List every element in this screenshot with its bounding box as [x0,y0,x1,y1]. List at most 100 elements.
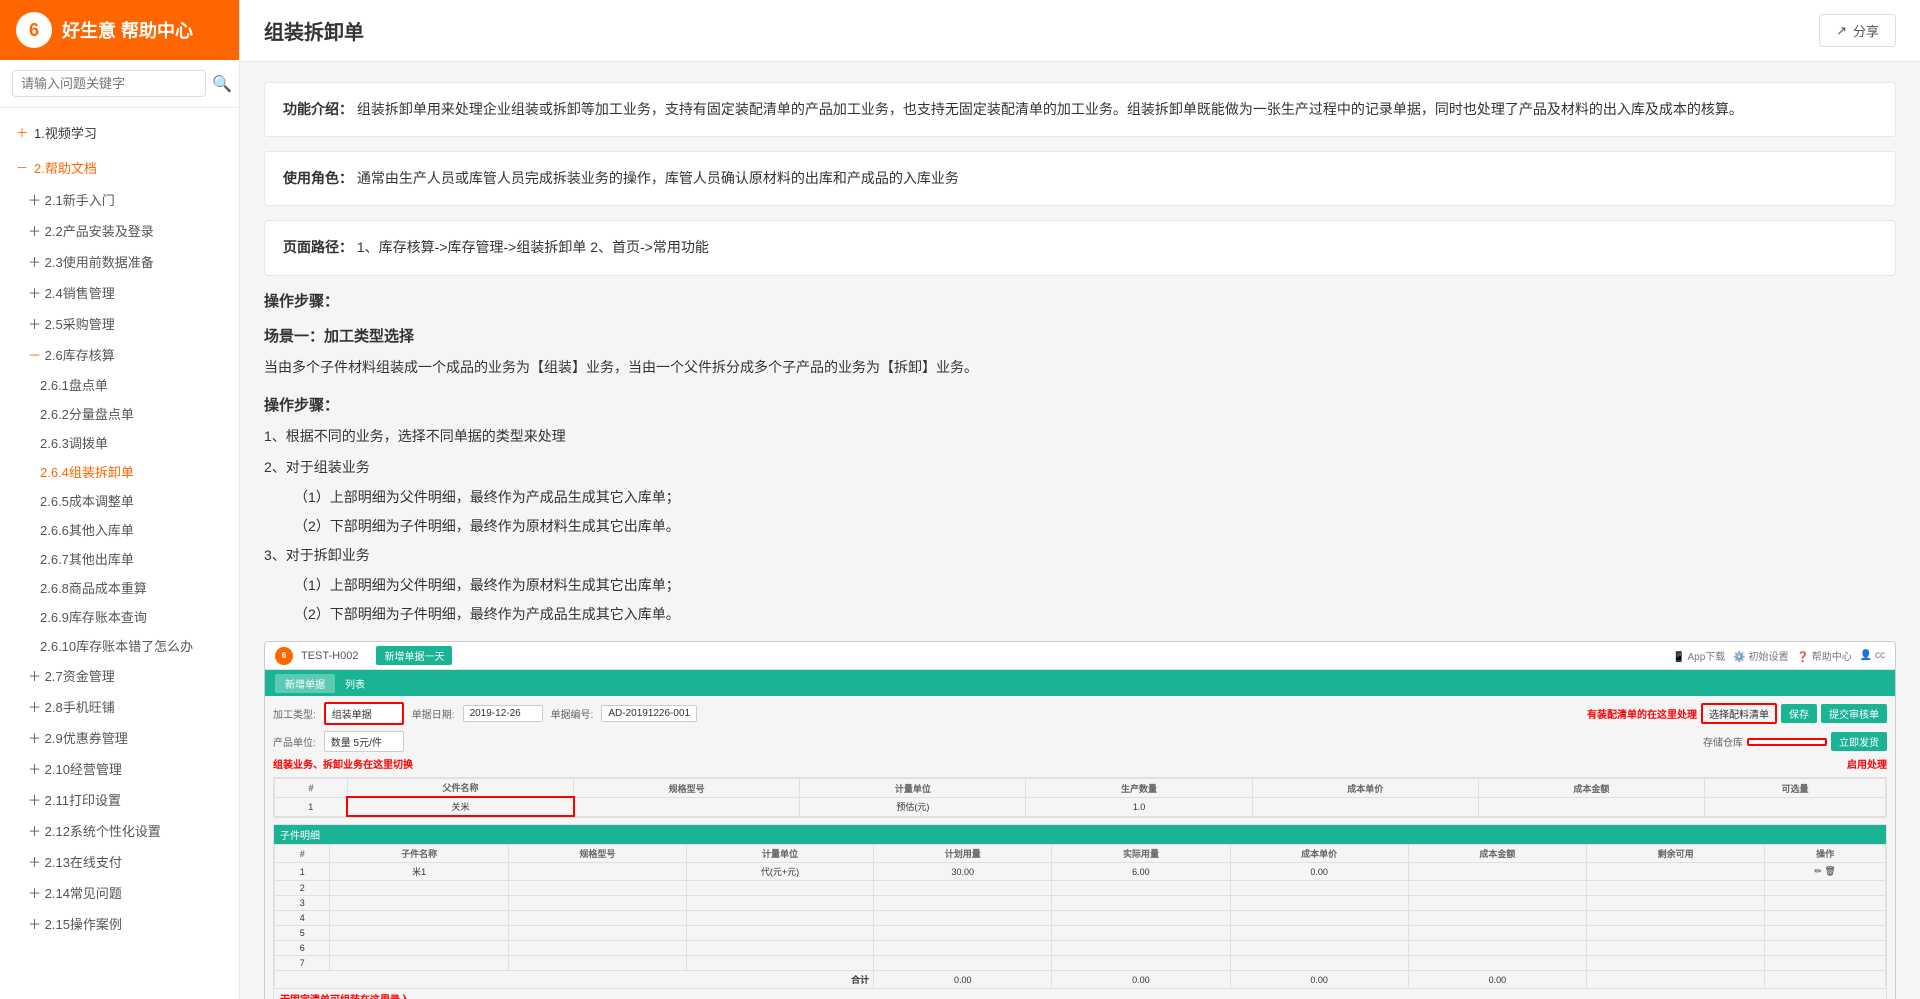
sim-label-warehouse: 存储仓库 [1703,734,1743,749]
sim-field-date: 2019-12-26 [463,705,543,722]
sidebar-item-cost-recalc[interactable]: 2.6.8商品成本重算 [0,573,239,602]
sidebar-item-faq[interactable]: ＋ 2.14常见问题 [0,877,239,908]
sim-upper-table: # 父件名称 规格型号 计量单位 生产数量 成本单价 成本金额 可选量 [273,777,1887,818]
sidebar-item-online-pay[interactable]: ＋ 2.13在线支付 [0,846,239,877]
sub-step-3-2: （2）下部明细为子件明细，最终作为产成品生成其它入库单。 [264,601,1896,628]
sub-step-2-1: （1）上部明细为父件明细，最终作为产成品生成其它入库单； [264,484,1896,511]
sim-col-avail: 可选量 [1704,779,1885,798]
sidebar-item-transfer[interactable]: 2.6.3调拨单 [0,428,239,457]
content-area: 功能介绍： 组装拆卸单用来处理企业组装或拆卸等加工业务，支持有固定装配清单的产品… [240,62,1920,999]
logo: 6 [16,12,52,48]
sim-col-spec: 规格型号 [574,779,800,798]
plus-icon: ＋ [28,224,45,239]
scene1-title: 场景一：加工类型选择 [264,325,1896,346]
sim-annotation-enable-text: 启用处理 [1847,760,1887,771]
sim-annotation-row: 组装业务、拆卸业务在这里切换 启用处理 [273,756,1887,771]
sidebar-item-inventory-error[interactable]: 2.6.10库存账本错了怎么办 [0,631,239,660]
plus-icon: ＋ [28,917,45,932]
sim-cell-num: 1 [275,797,348,816]
sim-label-date: 单据日期: [412,706,455,721]
sim-warehouse-area: 存储仓库 立即发货 [1703,732,1887,751]
sim-cell-name: 关米 [347,797,573,816]
sidebar-item-mobile[interactable]: ＋ 2.8手机旺铺 [0,691,239,722]
sim-content: 加工类型: 组装单据 单据日期: 2019-12-26 单据编号: AD-201… [265,696,1895,999]
sidebar-item-stocktake[interactable]: 2.6.1盘点单 [0,370,239,399]
sim-lcol-ops: 操作 [1765,845,1886,863]
sim-lcol-need-qty: 计划用量 [874,845,1052,863]
sidebar-item-inventory[interactable]: － 2.6库存核算 [0,339,239,370]
plus-icon: ＋ [28,762,45,777]
sim-cell-avail [1704,797,1885,816]
role-box: 使用角色： 通常由生产人员或库管人员完成拆装业务的操作，库管人员确认原材料的出库… [264,151,1896,206]
sidebar-item-other-in[interactable]: 2.6.6其他入库单 [0,515,239,544]
search-input[interactable] [12,70,206,97]
sidebar-item-other-out[interactable]: 2.6.7其他出库单 [0,544,239,573]
main-area: 组装拆卸单 ↗ 分享 功能介绍： 组装拆卸单用来处理企业组装或拆卸等加工业务，支… [240,0,1920,999]
sidebar-item-print[interactable]: ＋ 2.11打印设置 [0,784,239,815]
step-2: 2、对于组装业务 [264,454,1896,481]
nav-sub-list-2: ＋ 2.1新手入门 ＋ 2.2产品安装及登录 ＋ 2.3使用前数据准备 ＋ 2.… [0,184,239,939]
plus-icon: ＋ [28,255,45,270]
ops-title: 操作步骤： [264,290,1896,311]
sim-submit-btn: 提交审核单 [1821,704,1887,723]
sim-lcol-spec: 规格型号 [508,845,686,863]
sim-ui: 6 TEST-H002 新增单据一天 📱 App下载 ⚙️ 初始设置 ❓ 帮助中… [265,642,1895,999]
sim-cell-cost [1252,797,1478,816]
path-text: 1、库存核算->库存管理->组装拆卸单 2、首页->常用功能 [357,239,709,255]
step-3: 3、对于拆卸业务 [264,542,1896,569]
sim-tab-new: 新增单据 [275,674,335,693]
sidebar-item-cases[interactable]: ＋ 2.15操作案例 [0,908,239,939]
sim-col-qty: 计量单位 [800,779,1026,798]
sidebar-item-purchase[interactable]: ＋ 2.5采购管理 [0,308,239,339]
plus-icon: ＋ [28,317,45,332]
sidebar-item-personalize[interactable]: ＋ 2.12系统个性化设置 [0,815,239,846]
sim-setting-icon: ⚙️ 初始设置 [1733,648,1788,663]
sim-annotation-switch: 组装业务、拆卸业务在这里切换 [273,756,413,771]
share-icon: ↗ [1836,23,1847,39]
sim-lower-table-wrap: 子件明细 # 子件名称 规格型号 计量单位 计划用量 实际 [273,824,1887,999]
sidebar-item-data-prep[interactable]: ＋ 2.3使用前数据准备 [0,246,239,277]
sidebar-item-help-docs[interactable]: － 2.帮助文档 [0,151,239,184]
sim-field-id: AD-20191226-001 [601,705,697,722]
sim-label-unit: 产品单位: [273,734,316,749]
plus-icon: ＋ [28,193,45,208]
search-button[interactable]: 🔍 [212,74,232,94]
sidebar-item-inventory-query[interactable]: 2.6.9库存账本查询 [0,602,239,631]
sim-lcol-cost-amt: 成本金额 [1408,845,1586,863]
sidebar-item-finance[interactable]: ＋ 2.7资金管理 [0,660,239,691]
table-row: 1 关米 预估(元) 1.0 [275,797,1886,816]
path-box: 页面路径： 1、库存核算->库存管理->组装拆卸单 2、首页->常用功能 [264,220,1896,275]
table-row: 5 [275,926,1886,941]
sub-step-2-2: （2）下部明细为子件明细，最终作为原材料生成其它出库单。 [264,513,1896,540]
nav-section-1: ＋ 1.视频学习 [0,116,239,149]
sidebar-item-operation[interactable]: ＋ 2.10经营管理 [0,753,239,784]
sim-confirm-btn: 立即发货 [1831,732,1887,751]
role-label: 使用角色： [283,170,353,186]
path-label: 页面路径： [283,239,353,255]
sidebar-header: 6 好生意 帮助中心 [0,0,239,60]
sidebar-item-install[interactable]: ＋ 2.2产品安装及登录 [0,215,239,246]
screenshot-container: 6 TEST-H002 新增单据一天 📱 App下载 ⚙️ 初始设置 ❓ 帮助中… [264,641,1896,999]
sidebar-item-partial-stocktake[interactable]: 2.6.2分量盘点单 [0,399,239,428]
sim-save-btn: 保存 [1781,704,1817,723]
sim-form-row1: 加工类型: 组装单据 单据日期: 2019-12-26 单据编号: AD-201… [273,702,1887,725]
sim-lcol-qty-unit: 计量单位 [686,845,873,863]
sim-table-upper: # 父件名称 规格型号 计量单位 生产数量 成本单价 成本金额 可选量 [274,778,1886,817]
sidebar: 6 好生意 帮助中心 🔍 ＋ 1.视频学习 － 2.帮助文档 ＋ 2.1新手入门 [0,0,240,999]
table-row: 6 [275,941,1886,956]
sidebar-item-assemble-disassemble[interactable]: 2.6.4组装拆卸单 [0,457,239,486]
sidebar-item-coupon[interactable]: ＋ 2.9优惠券管理 [0,722,239,753]
sim-user-icon: 👤 cc [1860,650,1885,661]
sidebar-item-newbie[interactable]: ＋ 2.1新手入门 [0,184,239,215]
sim-table-lower: # 子件名称 规格型号 计量单位 计划用量 实际用量 成本单价 成本金额 剩余可 [274,844,1886,989]
sidebar-item-video-learning[interactable]: ＋ 1.视频学习 [0,116,239,149]
sidebar-item-sales[interactable]: ＋ 2.4销售管理 [0,277,239,308]
sidebar-item-cost-adjust[interactable]: 2.6.5成本调整单 [0,486,239,515]
sim-lcol-avail: 剩余可用 [1587,845,1765,863]
nav-list: ＋ 1.视频学习 － 2.帮助文档 ＋ 2.1新手入门 ＋ 2.2产品安装及登录 [0,108,239,999]
share-button[interactable]: ↗ 分享 [1819,14,1896,47]
intro-text: 组装拆卸单用来处理企业组装或拆卸等加工业务，支持有固定装配清单的产品加工业务，也… [357,101,1743,117]
plus-icon: ＋ [28,824,45,839]
sim-col-count: 生产数量 [1026,779,1252,798]
nav-section-2: － 2.帮助文档 ＋ 2.1新手入门 ＋ 2.2产品安装及登录 ＋ 2.3使用前… [0,151,239,939]
